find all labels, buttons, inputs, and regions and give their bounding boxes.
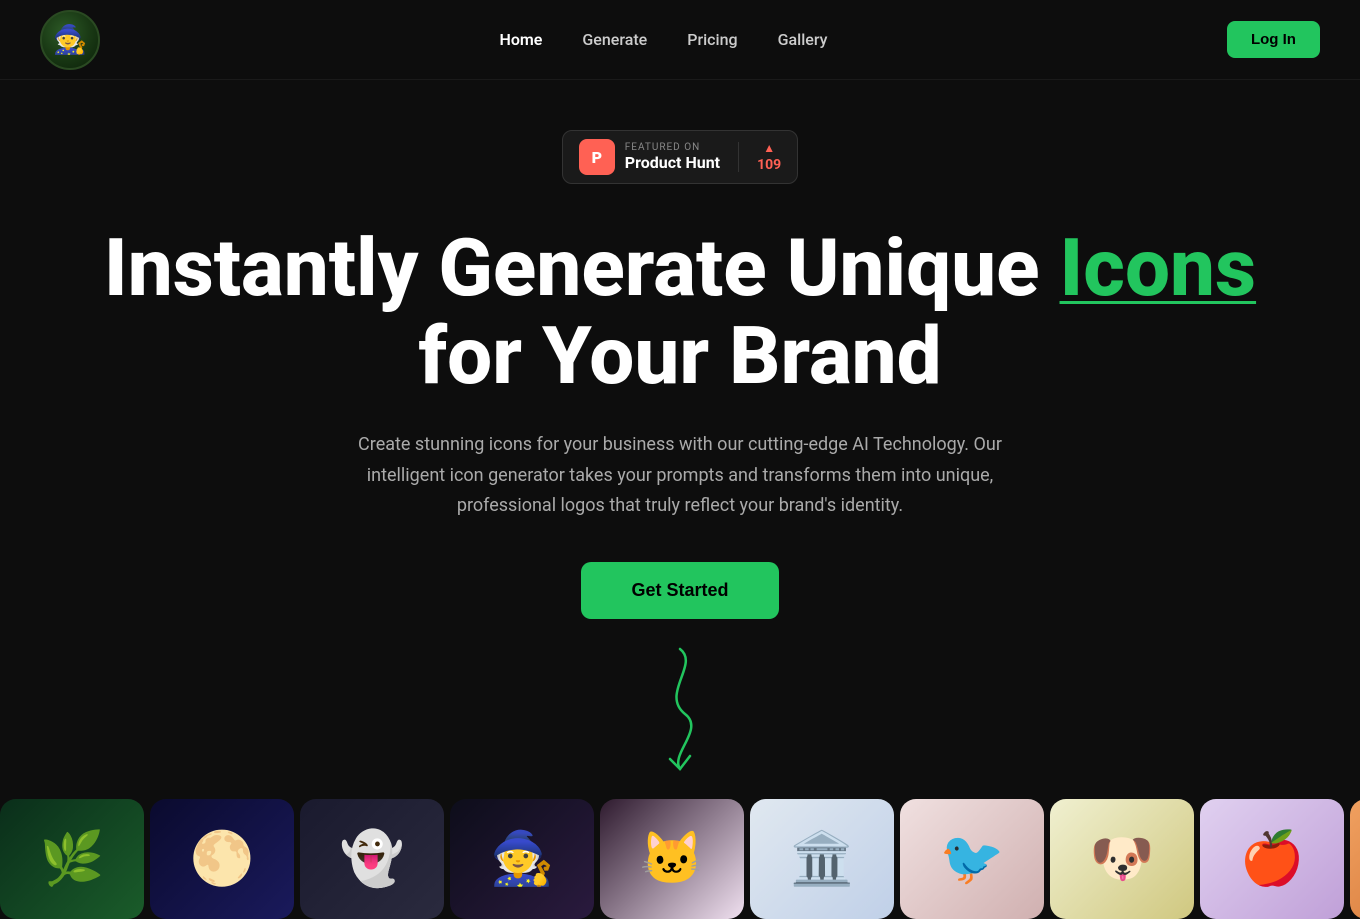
nav-generate[interactable]: Generate (582, 30, 647, 49)
logo[interactable]: 🧙 (40, 10, 100, 70)
ph-upvote-icon: ▲ (763, 141, 775, 155)
login-button[interactable]: Log In (1227, 21, 1320, 58)
product-hunt-badge[interactable]: P FEATURED ON Product Hunt ▲ 109 (562, 130, 798, 184)
hero-section: P FEATURED ON Product Hunt ▲ 109 Instant… (0, 80, 1360, 799)
nav-gallery[interactable]: Gallery (778, 30, 828, 49)
hero-subtitle: Create stunning icons for your business … (330, 430, 1030, 522)
ph-text: FEATURED ON Product Hunt (625, 142, 720, 172)
hero-title-part1: Instantly Generate Unique (104, 221, 1060, 315)
ph-name-label: Product Hunt (625, 153, 720, 172)
arrow-decoration (650, 639, 710, 779)
navbar: 🧙 Home Generate Pricing Gallery Log In (0, 0, 1360, 80)
nav-pricing[interactable]: Pricing (687, 30, 737, 49)
ph-votes: ▲ 109 (757, 141, 781, 173)
nav-home[interactable]: Home (500, 30, 543, 49)
hero-title-part2: for Your Brand (418, 309, 941, 403)
ph-vote-count: 109 (757, 157, 781, 173)
get-started-button[interactable]: Get Started (581, 562, 778, 619)
curly-arrow-icon (650, 644, 710, 774)
ph-logo-icon: P (579, 139, 615, 175)
logo-icon: 🧙 (40, 10, 100, 70)
hero-title-highlight: Icons (1060, 221, 1257, 315)
ph-featured-label: FEATURED ON (625, 142, 700, 153)
hero-title: Instantly Generate Unique Icons for Your… (80, 224, 1280, 400)
nav-links: Home Generate Pricing Gallery (500, 30, 828, 49)
ph-divider (738, 142, 739, 172)
